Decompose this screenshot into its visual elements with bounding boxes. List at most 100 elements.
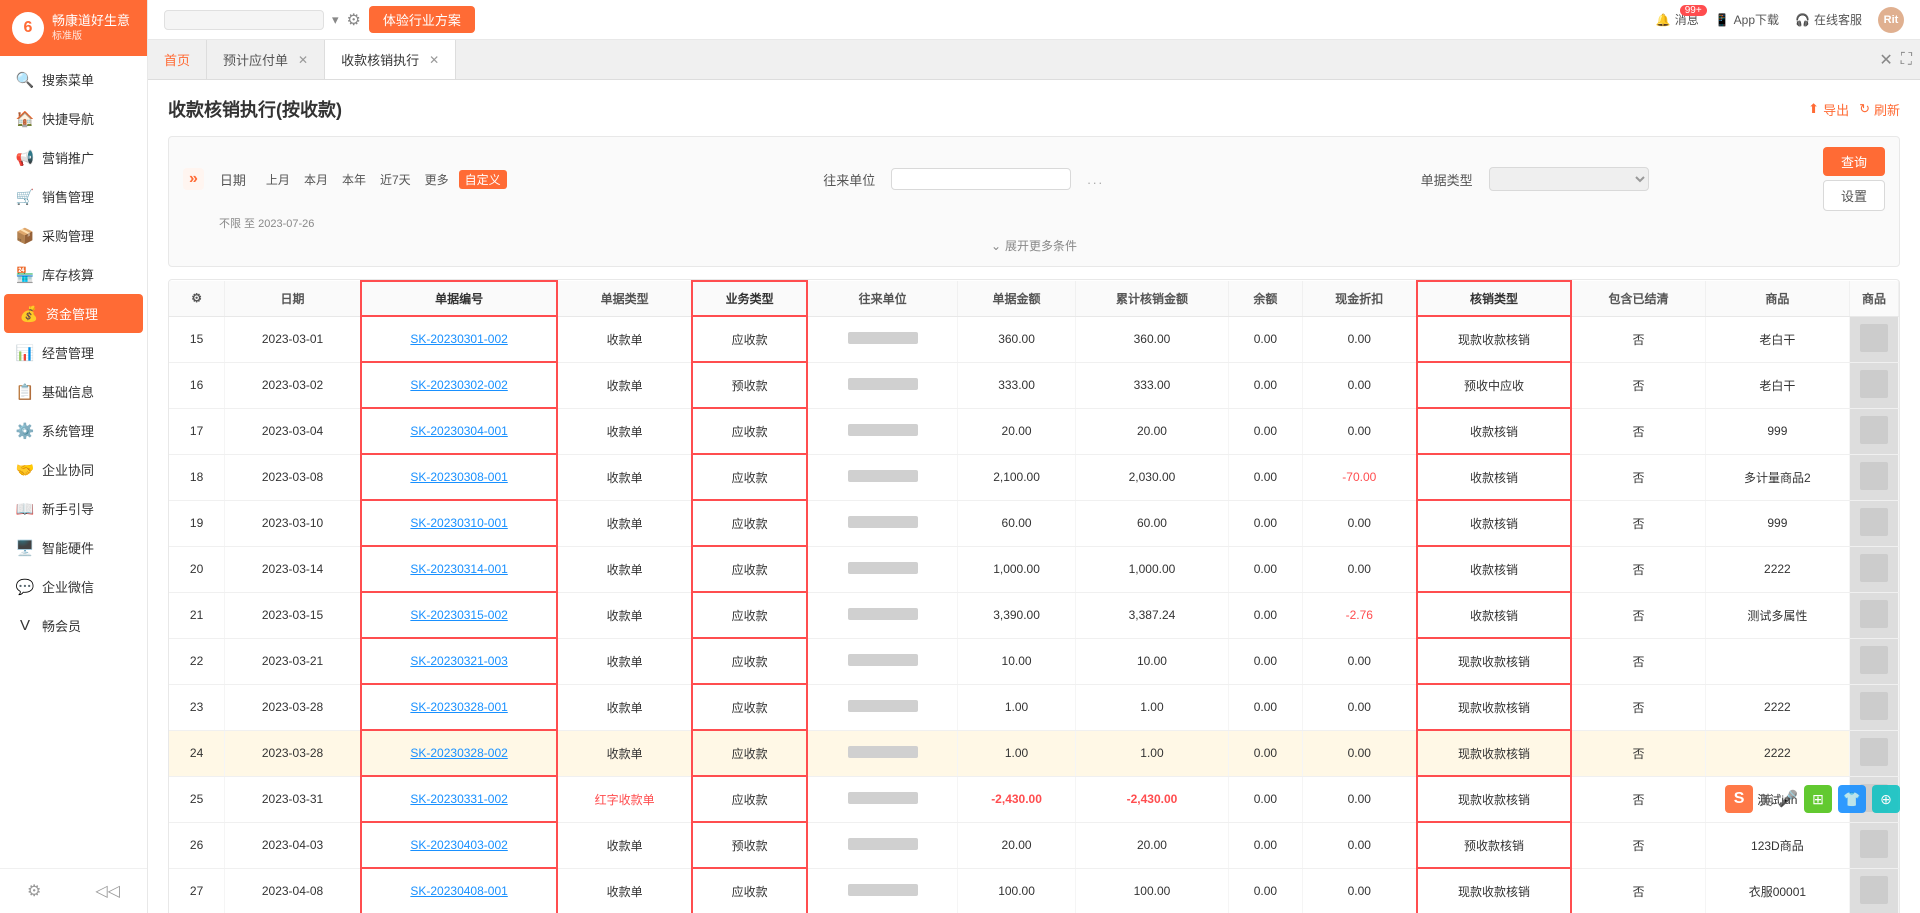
sidebar-item-wechat[interactable]: 💬 企业微信 (0, 567, 147, 606)
row-cash-discount: 0.00 (1302, 868, 1416, 913)
row-date: 2023-03-08 (225, 454, 361, 500)
row-biz-type: 应收款 (692, 730, 807, 776)
sidebar-item-label: 销售管理 (42, 187, 94, 206)
row-no: 15 (169, 316, 225, 362)
row-partner (807, 408, 957, 454)
sidebar-item-label: 库存核算 (42, 265, 94, 284)
filter-row-date-range: 不限 至 2023-07-26 (183, 215, 1885, 231)
sidebar-item-inventory[interactable]: 🏪 库存核算 (0, 255, 147, 294)
row-voucher-no[interactable]: SK-20230321-003 (361, 638, 557, 684)
partner-input[interactable] (891, 168, 1071, 190)
logo-title: 畅康道好生意 (52, 13, 130, 30)
app-icon: 📱 (1715, 13, 1730, 27)
row-voucher-no[interactable]: SK-20230328-001 (361, 684, 557, 730)
notification-btn[interactable]: 🔔 消息 99+ (1656, 11, 1699, 28)
date-btn-this-year[interactable]: 本年 (338, 170, 370, 189)
header-gear-icon[interactable]: ⚙ (347, 10, 361, 30)
breadcrumb-input[interactable] (164, 10, 324, 30)
row-voucher-no[interactable]: SK-20230304-001 (361, 408, 557, 454)
sidebar-item-hardware[interactable]: 🖥️ 智能硬件 (0, 528, 147, 567)
tab-close-all-btn[interactable]: ✕ (1879, 50, 1892, 70)
table-row: 202023-03-14SK-20230314-001收款单应收款1,000.0… (169, 546, 1899, 592)
sidebar-item-guide[interactable]: 📖 新手引导 (0, 489, 147, 528)
sidebar-item-corp[interactable]: 🤝 企业协同 (0, 450, 147, 489)
row-voucher-no[interactable]: SK-20230403-002 (361, 822, 557, 868)
export-btn[interactable]: ⬆ 导出 (1808, 100, 1849, 119)
tab-collection-close-btn[interactable]: ✕ (429, 53, 439, 67)
row-cancel-type: 收款核销 (1417, 454, 1572, 500)
row-no: 20 (169, 546, 225, 592)
row-partner (807, 454, 957, 500)
tab-prepay[interactable]: 预计应付单 ✕ (207, 40, 325, 79)
settings-gear-btn[interactable]: ⚙ (27, 881, 41, 901)
sidebar-item-quicknav[interactable]: 🏠 快捷导航 (0, 99, 147, 138)
service-label: 在线客服 (1814, 11, 1862, 28)
sidebar-item-member[interactable]: V 畅会员 (0, 606, 147, 645)
table-row: 182023-03-08SK-20230308-001收款单应收款2,100.0… (169, 454, 1899, 500)
logo-subtitle: 标准版 (52, 30, 130, 43)
sidebar-item-finance[interactable]: 💰 资金管理 (4, 294, 143, 333)
app-download-btn[interactable]: 📱 App下载 (1715, 11, 1779, 28)
row-voucher-no[interactable]: SK-20230408-001 (361, 868, 557, 913)
filter-toggle-btn[interactable]: » (183, 168, 204, 190)
date-btn-7days[interactable]: 近7天 (376, 170, 415, 189)
breadcrumb-dropdown-icon[interactable]: ▾ (332, 12, 339, 28)
row-voucher-no[interactable]: SK-20230315-002 (361, 592, 557, 638)
tab-fullscreen-btn[interactable]: ⛶ (1901, 51, 1912, 69)
sidebar-item-marketing[interactable]: 📢 营销推广 (0, 138, 147, 177)
date-btn-last-month[interactable]: 上月 (262, 170, 294, 189)
industry-solution-btn[interactable]: 体验行业方案 (369, 6, 475, 33)
sidebar-item-basic[interactable]: 📋 基础信息 (0, 372, 147, 411)
table-row: 242023-03-28SK-20230328-002收款单应收款1.001.0… (169, 730, 1899, 776)
row-biz-type: 应收款 (692, 776, 807, 822)
date-btn-custom[interactable]: 自定义 (459, 170, 507, 189)
voucher-type-label: 单据类型 (1421, 170, 1473, 189)
row-cumulative: 20.00 (1076, 822, 1229, 868)
row-voucher-no[interactable]: SK-20230302-002 (361, 362, 557, 408)
tab-prepay-close-btn[interactable]: ✕ (298, 53, 308, 67)
tab-home[interactable]: 首页 (148, 40, 207, 79)
table-row: 152023-03-01SK-20230301-002收款单应收款360.003… (169, 316, 1899, 362)
row-cumulative: 100.00 (1076, 868, 1229, 913)
sidebar-item-system[interactable]: ⚙️ 系统管理 (0, 411, 147, 450)
sidebar-item-operations[interactable]: 📊 经营管理 (0, 333, 147, 372)
row-include-settled: 否 (1571, 500, 1705, 546)
sidebar-item-purchase[interactable]: 📦 采购管理 (0, 216, 147, 255)
sidebar-item-sales[interactable]: 🛒 销售管理 (0, 177, 147, 216)
filter-expand-btn[interactable]: ⌄ 展开更多条件 (183, 231, 1885, 256)
row-voucher-no[interactable]: SK-20230310-001 (361, 500, 557, 546)
sidebar-item-label: 系统管理 (42, 421, 94, 440)
corp-icon: 🤝 (16, 461, 34, 479)
sidebar-item-search[interactable]: 🔍 搜索菜单 (0, 60, 147, 99)
row-voucher-no[interactable]: SK-20230308-001 (361, 454, 557, 500)
hardware-icon: 🖥️ (16, 539, 34, 557)
date-btn-more[interactable]: 更多 (421, 170, 453, 189)
query-btn[interactable]: 查询 (1823, 147, 1885, 176)
row-product2 (1850, 500, 1899, 546)
row-no: 25 (169, 776, 225, 822)
setting-btn[interactable]: 设置 (1823, 180, 1885, 211)
row-cancel-type: 收款核销 (1417, 500, 1572, 546)
row-voucher-no[interactable]: SK-20230331-002 (361, 776, 557, 822)
refresh-btn[interactable]: ↻ 刷新 (1859, 100, 1900, 119)
col-header-voucher-type: 单据类型 (557, 281, 692, 316)
row-product: 123D商品 (1705, 822, 1849, 868)
online-service-btn[interactable]: 🎧 在线客服 (1795, 11, 1862, 28)
tab-collection[interactable]: 收款核销执行 ✕ (325, 40, 456, 79)
row-voucher-type: 收款单 (557, 500, 692, 546)
guide-icon: 📖 (16, 500, 34, 518)
row-amount: 360.00 (958, 316, 1076, 362)
row-cancel-type: 预收中应收 (1417, 362, 1572, 408)
row-voucher-no[interactable]: SK-20230314-001 (361, 546, 557, 592)
row-voucher-no[interactable]: SK-20230301-002 (361, 316, 557, 362)
date-btn-this-month[interactable]: 本月 (300, 170, 332, 189)
row-biz-type: 应收款 (692, 684, 807, 730)
avatar[interactable]: Rit (1878, 7, 1904, 33)
col-header-include-settled: 包含已结清 (1571, 281, 1705, 316)
collapse-sidebar-btn[interactable]: ◁◁ (95, 881, 120, 901)
col-header-gear[interactable]: ⚙ (169, 281, 225, 316)
row-product2 (1850, 408, 1899, 454)
voucher-type-select[interactable] (1489, 167, 1649, 191)
home-icon: 🏠 (16, 110, 34, 128)
row-voucher-no[interactable]: SK-20230328-002 (361, 730, 557, 776)
